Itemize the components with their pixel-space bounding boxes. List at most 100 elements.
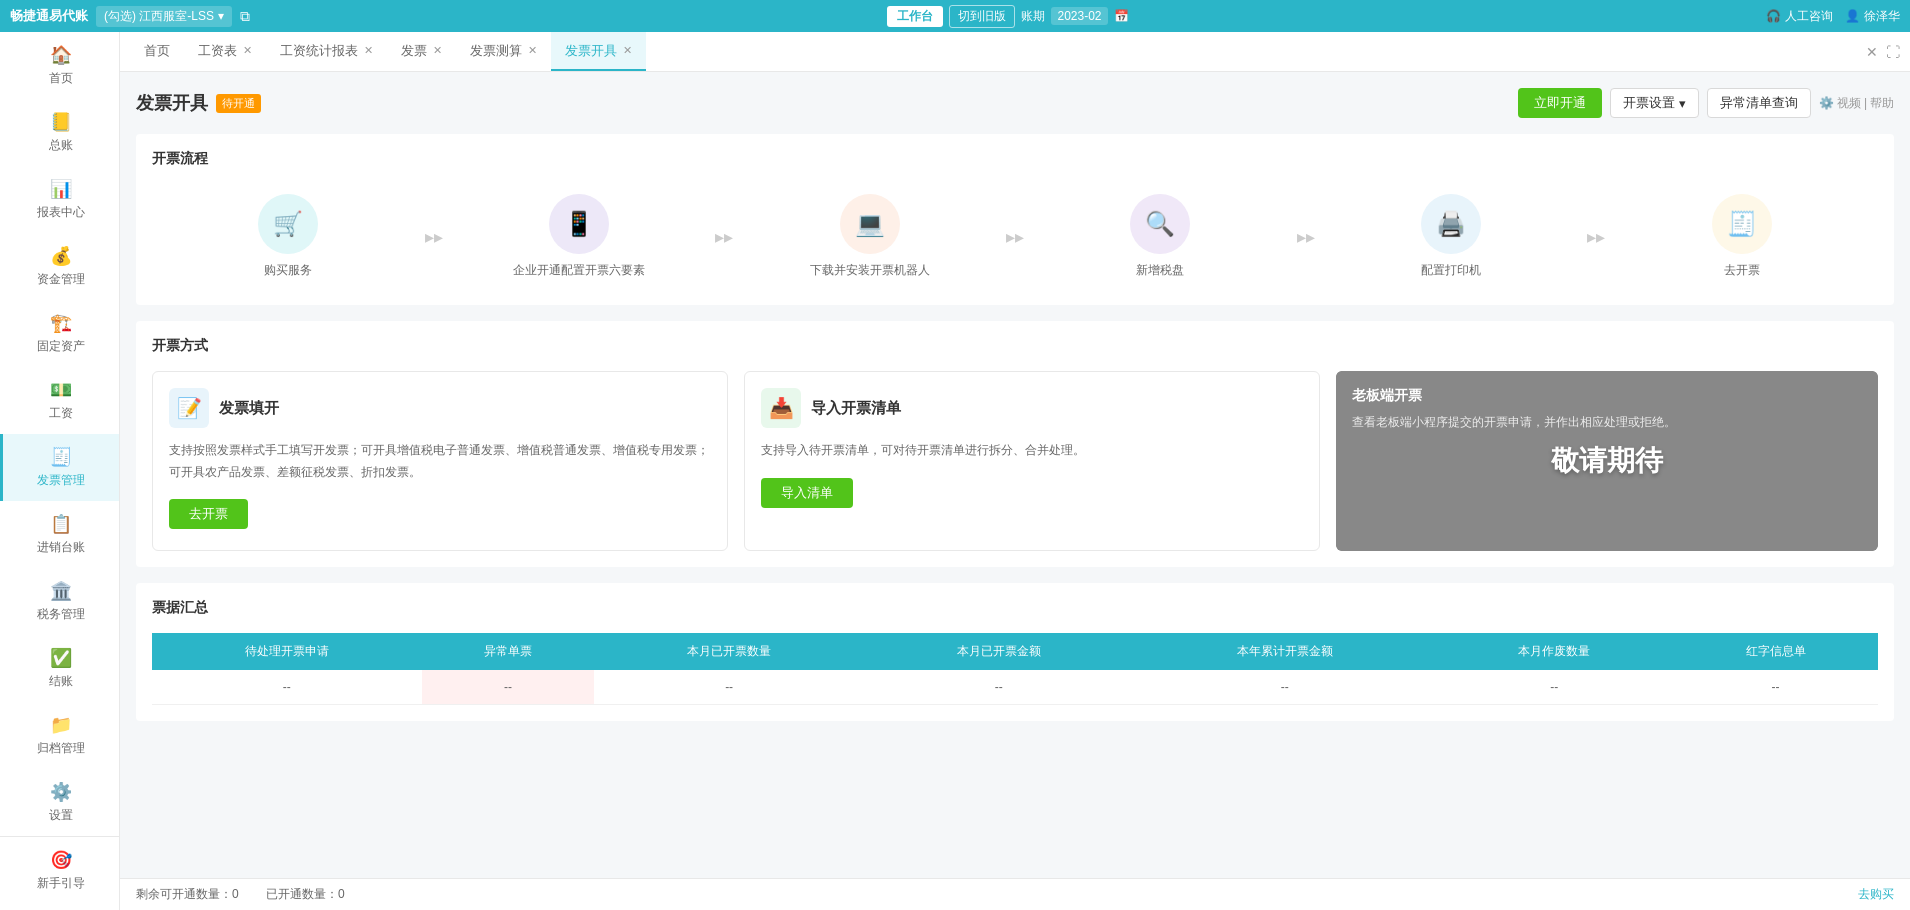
company-dropdown-icon[interactable]: ▾ (218, 9, 224, 23)
summary-table-header-row: 待处理开票申请 异常单票 本月已开票数量 本月已开票金额 本年累计开票金额 本月… (152, 633, 1878, 670)
manual-issue-button[interactable]: 去开票 (169, 499, 248, 529)
sidebar-item-payroll[interactable]: 💵 工资 (0, 367, 119, 434)
tab-invoice-issue-close[interactable]: ✕ (623, 44, 632, 57)
tab-invoice-issue[interactable]: 发票开具 ✕ (551, 32, 646, 71)
main-layout: 🏠 首页 📒 总账 📊 报表中心 💰 资金管理 🏗️ 固定资产 💵 工资 🧾 发… (0, 32, 1910, 910)
import-list-button[interactable]: 导入清单 (761, 478, 853, 508)
period-edit-icon[interactable]: 📅 (1114, 9, 1129, 23)
tax-icon: 🏛️ (50, 580, 72, 602)
flow-icon-printer: 🖨️ (1421, 194, 1481, 254)
sidebar-item-tax[interactable]: 🏛️ 税务管理 (0, 568, 119, 635)
col-abnormal: 异常单票 (422, 633, 595, 670)
query-button[interactable]: 异常清单查询 (1707, 88, 1811, 118)
payroll-icon: 💵 (50, 379, 72, 401)
tab-payroll-stats[interactable]: 工资统计报表 ✕ (266, 32, 387, 71)
user-icon: 👤 (1845, 9, 1860, 23)
flow-step-1[interactable]: 🛒 购买服务 (152, 194, 425, 279)
top-bar-left: 畅捷通易代账 (勾选) 江西服室-LSS ▾ ⧉ (10, 6, 250, 27)
status-badge: 待开通 (216, 94, 261, 113)
tab-invoice[interactable]: 发票 ✕ (387, 32, 456, 71)
sidebar-item-ledger[interactable]: 📒 总账 (0, 99, 119, 166)
tab-close-all-btn[interactable]: ✕ (1866, 44, 1878, 60)
period-value[interactable]: 2023-02 (1051, 7, 1107, 25)
tab-invoice-calc-label: 发票测算 (470, 42, 522, 60)
sidebar-label-guide: 新手引导 (37, 875, 85, 892)
sidebar-item-guide[interactable]: 🎯 新手引导 (0, 837, 119, 904)
flow-icon-buy: 🛒 (258, 194, 318, 254)
billing-card-import-desc: 支持导入待开票清单，可对待开票清单进行拆分、合并处理。 (761, 440, 1303, 462)
tab-home[interactable]: 首页 (130, 32, 184, 71)
sidebar-item-funds[interactable]: 💰 资金管理 (0, 233, 119, 300)
reports-icon: 📊 (50, 178, 72, 200)
sidebar-label-purchase: 进销台账 (37, 539, 85, 556)
copy-icon[interactable]: ⧉ (240, 8, 250, 25)
sidebar-item-archive[interactable]: 📁 归档管理 (0, 702, 119, 769)
col-month-amount: 本月已开票金额 (864, 633, 1134, 670)
tab-payroll[interactable]: 工资表 ✕ (184, 32, 266, 71)
flow-arrow-5: ▸▸ (1587, 226, 1605, 248)
col-month-count: 本月已开票数量 (594, 633, 864, 670)
tab-invoice-calc[interactable]: 发票测算 ✕ (456, 32, 551, 71)
billing-card-manual-icon: 📝 (169, 388, 209, 428)
purchase-icon: 📋 (50, 513, 72, 535)
funds-icon: 💰 (50, 245, 72, 267)
cell-pending: -- (152, 670, 422, 705)
top-bar-center: 工作台 切到旧版 账期 2023-02 📅 (887, 5, 1128, 28)
flow-step-6[interactable]: 🧾 去开票 (1605, 194, 1878, 279)
col-void-count: 本月作废数量 (1436, 633, 1673, 670)
headphone-icon: 🎧 (1766, 9, 1781, 23)
user-menu[interactable]: 👤 徐泽华 (1845, 8, 1900, 25)
flow-step-3[interactable]: 💻 下载并安装开票机器人 (733, 194, 1006, 279)
sidebar-item-settings[interactable]: ⚙️ 设置 (0, 769, 119, 836)
tab-invoice-calc-close[interactable]: ✕ (528, 44, 537, 57)
sidebar-label-tax: 税务管理 (37, 606, 85, 623)
flow-label-1: 购买服务 (264, 262, 312, 279)
cell-void-count: -- (1436, 670, 1673, 705)
flow-label-2: 企业开通配置开票六要素 (513, 262, 645, 279)
old-version-button[interactable]: 切到旧版 (949, 5, 1015, 28)
tab-invoice-label: 发票 (401, 42, 427, 60)
username: 徐泽华 (1864, 8, 1900, 25)
opened-label: 已开通数量：0 (266, 887, 345, 901)
settle-icon: ✅ (50, 647, 72, 669)
video-help-btn[interactable]: ⚙️ 视频 | 帮助 (1819, 95, 1894, 112)
tab-restore-btn[interactable]: ⛶ (1886, 44, 1900, 60)
assets-icon: 🏗️ (50, 312, 72, 334)
flow-step-4[interactable]: 🔍 新增税盘 (1024, 194, 1297, 279)
app-logo: 畅捷通易代账 (10, 7, 88, 25)
sidebar-item-member[interactable]: 👑 畅会员 (0, 904, 119, 910)
sidebar-item-home[interactable]: 🏠 首页 (0, 32, 119, 99)
workspace-button[interactable]: 工作台 (887, 6, 943, 27)
page-content: 发票开具 待开通 立即开通 开票设置 ▾ 异常清单查询 ⚙️ 视频 | 帮助 (120, 72, 1910, 878)
open-now-button[interactable]: 立即开通 (1518, 88, 1602, 118)
sidebar-label-archive: 归档管理 (37, 740, 85, 757)
flow-step-5[interactable]: 🖨️ 配置打印机 (1315, 194, 1588, 279)
sidebar-item-invoice[interactable]: 🧾 发票管理 (0, 434, 119, 501)
remaining-label: 剩余可开通数量：0 (136, 887, 239, 901)
flow-step-2[interactable]: 📱 企业开通配置开票六要素 (443, 194, 716, 279)
col-pending: 待处理开票申请 (152, 633, 422, 670)
tab-payroll-close[interactable]: ✕ (243, 44, 252, 57)
flow-arrow-1: ▸▸ (425, 226, 443, 248)
buy-link[interactable]: 去购买 (1858, 886, 1894, 903)
billing-card-manual: 📝 发票填开 支持按照发票样式手工填写开发票；可开具增值税电子普通发票、增值税普… (152, 371, 728, 551)
billing-section: 开票方式 📝 发票填开 支持按照发票样式手工填写开发票；可开具增值税电子普通发票… (136, 321, 1894, 567)
sidebar-label-invoice: 发票管理 (37, 472, 85, 489)
guide-icon: 🎯 (50, 849, 72, 871)
customer-service-button[interactable]: 🎧 人工咨询 (1766, 8, 1833, 25)
invoice-icon: 🧾 (50, 446, 72, 468)
sidebar-item-reports[interactable]: 📊 报表中心 (0, 166, 119, 233)
company-selector[interactable]: (勾选) 江西服室-LSS ▾ (96, 6, 232, 27)
tab-payroll-stats-close[interactable]: ✕ (364, 44, 373, 57)
company-name: (勾选) 江西服室-LSS (104, 8, 214, 25)
settings-button[interactable]: 开票设置 ▾ (1610, 88, 1699, 118)
cell-year-amount: -- (1134, 670, 1436, 705)
sidebar-item-settle[interactable]: ✅ 结账 (0, 635, 119, 702)
sidebar-item-assets[interactable]: 🏗️ 固定资产 (0, 300, 119, 367)
sidebar-item-purchase[interactable]: 📋 进销台账 (0, 501, 119, 568)
tab-invoice-close[interactable]: ✕ (433, 44, 442, 57)
settings-dropdown-icon: ▾ (1679, 96, 1686, 111)
cell-month-amount: -- (864, 670, 1134, 705)
tab-invoice-issue-label: 发票开具 (565, 42, 617, 60)
bottom-bar: 剩余可开通数量：0 已开通数量：0 去购买 (120, 878, 1910, 910)
